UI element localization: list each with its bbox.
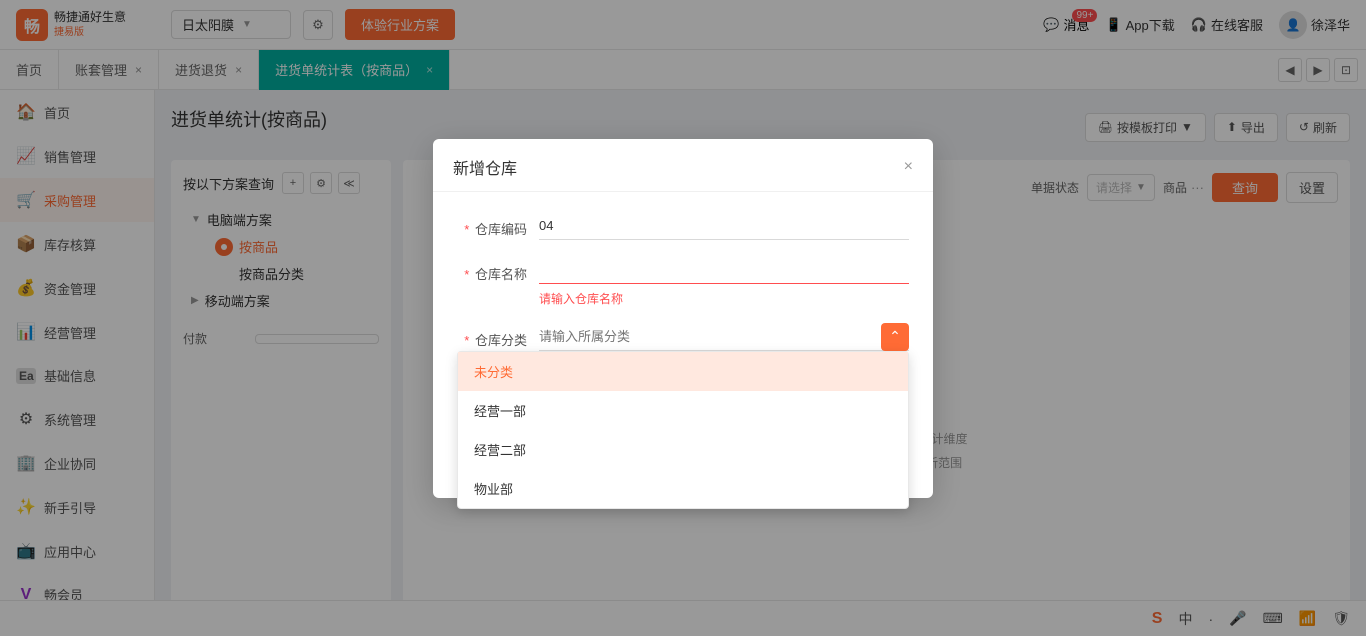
name-input[interactable] [539, 256, 909, 284]
category-label: * 仓库分类 [457, 323, 527, 349]
name-required-mark: * [464, 267, 469, 282]
modal-body: * 仓库编码 * 仓库名称 请输入仓库名称 [433, 192, 933, 431]
category-select-wrapper: ⌃ 未分类 经营一部 经营二部 物业部 [539, 323, 909, 351]
dropdown-option-3[interactable]: 物业部 [458, 469, 908, 508]
cat-required-mark: * [464, 333, 469, 348]
dropdown-option-2[interactable]: 经营二部 [458, 430, 908, 469]
category-input[interactable] [539, 323, 909, 351]
name-error-message: 请输入仓库名称 [539, 290, 623, 307]
category-dropdown-toggle[interactable]: ⌃ [881, 323, 909, 351]
modal-overlay: 新增仓库 × * 仓库编码 * 仓库名称 [0, 0, 1366, 636]
code-input[interactable] [539, 212, 909, 240]
modal-header: 新增仓库 × [433, 139, 933, 192]
modal-close-button[interactable]: × [904, 158, 913, 176]
name-label: * 仓库名称 [457, 257, 527, 283]
category-dropdown-list: 未分类 经营一部 经营二部 物业部 [457, 351, 909, 509]
dropdown-option-0[interactable]: 未分类 [458, 352, 908, 391]
code-field-row: * 仓库编码 [457, 212, 909, 240]
category-field-row: * 仓库分类 ⌃ 未分类 经营一部 [457, 323, 909, 351]
name-field-row: * 仓库名称 请输入仓库名称 [457, 256, 909, 307]
modal-title: 新增仓库 [453, 155, 517, 179]
chevron-up-icon: ⌃ [889, 328, 901, 345]
modal-dialog: 新增仓库 × * 仓库编码 * 仓库名称 [433, 139, 933, 498]
code-label: * 仓库编码 [457, 212, 527, 238]
dropdown-option-1[interactable]: 经营一部 [458, 391, 908, 430]
code-required-mark: * [464, 222, 469, 237]
